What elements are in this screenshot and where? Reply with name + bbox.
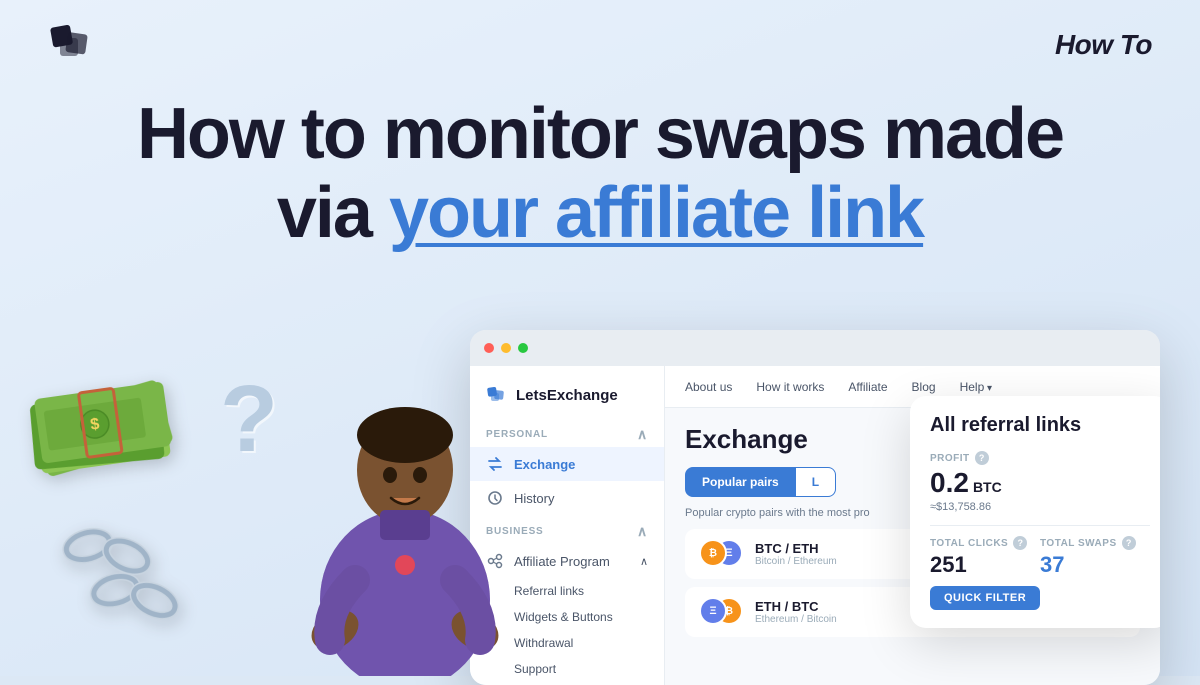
nav-howitworks[interactable]: How it works (756, 376, 824, 398)
profit-row: PROFIT ? 0.2 BTC ≈$13,758.86 (930, 451, 1150, 513)
browser-content: LetsExchange PERSONAL ∧ Exchange History… (470, 366, 1160, 685)
total-clicks-label: TOTAL CLICKS (930, 538, 1008, 549)
pair-icons-ethbtc: Ξ ₿ (699, 597, 743, 627)
nav-about[interactable]: About us (685, 376, 732, 398)
referral-divider (930, 525, 1150, 526)
highlight-text: your affiliate link (389, 173, 923, 253)
eth2-icon: Ξ (699, 597, 727, 625)
app-main-panel: About us How it works Affiliate Blog Hel… (665, 366, 1160, 685)
btc-icon: ₿ (699, 539, 727, 567)
profit-currency: BTC (973, 479, 1002, 495)
sidebar-affiliate-label: Affiliate Program (514, 554, 610, 569)
browser-chrome (470, 330, 1160, 366)
main-title-block: How to monitor swaps made via your affil… (0, 95, 1200, 253)
profit-label: PROFIT (930, 453, 970, 464)
total-swaps-stat: TOTAL SWAPS ? 37 (1040, 536, 1150, 578)
clicks-help-icon[interactable]: ? (1013, 536, 1027, 550)
logo[interactable] (48, 18, 98, 73)
total-clicks-value: 251 (930, 552, 1040, 578)
chain-decoration (49, 499, 216, 659)
referral-stats-row: TOTAL CLICKS ? 251 TOTAL SWAPS ? 37 (930, 536, 1150, 578)
money-decoration: $ (19, 345, 187, 504)
profit-value: 0.2 (930, 467, 969, 499)
referral-card-title: All referral links (930, 414, 1150, 437)
swaps-help-icon[interactable]: ? (1122, 536, 1136, 550)
tab-popular-pairs[interactable]: Popular pairs (685, 467, 796, 497)
nav-affiliate[interactable]: Affiliate (848, 376, 887, 398)
pair-icons-btceth: ₿ Ξ (699, 539, 743, 569)
sidebar-exchange-label: Exchange (514, 457, 575, 472)
tab-l[interactable]: L (796, 467, 836, 497)
close-dot (484, 343, 494, 353)
how-to-label: How To (1055, 29, 1152, 61)
maximize-dot (518, 343, 528, 353)
total-swaps-value: 37 (1040, 552, 1150, 578)
sidebar-history-label: History (514, 491, 554, 506)
profit-help-icon[interactable]: ? (975, 451, 989, 465)
total-clicks-stat: TOTAL CLICKS ? 251 (930, 536, 1040, 578)
person-cutout (295, 380, 515, 676)
minimize-dot (501, 343, 511, 353)
referral-card: All referral links PROFIT ? 0.2 BTC ≈$13… (910, 396, 1160, 628)
total-swaps-label: TOTAL SWAPS (1040, 538, 1117, 549)
nav-blog[interactable]: Blog (912, 376, 936, 398)
top-bar: How To (0, 0, 1200, 90)
sidebar-logo-text: LetsExchange (516, 387, 618, 404)
main-heading: How to monitor swaps made via your affil… (40, 95, 1160, 253)
question-mark-decoration: ? (220, 365, 278, 474)
nav-help[interactable]: Help (960, 376, 993, 398)
profit-usd: ≈$13,758.86 (930, 501, 1150, 513)
browser-mockup: LetsExchange PERSONAL ∧ Exchange History… (470, 330, 1160, 685)
quick-filter-button[interactable]: QUICK FILTER (930, 586, 1040, 610)
